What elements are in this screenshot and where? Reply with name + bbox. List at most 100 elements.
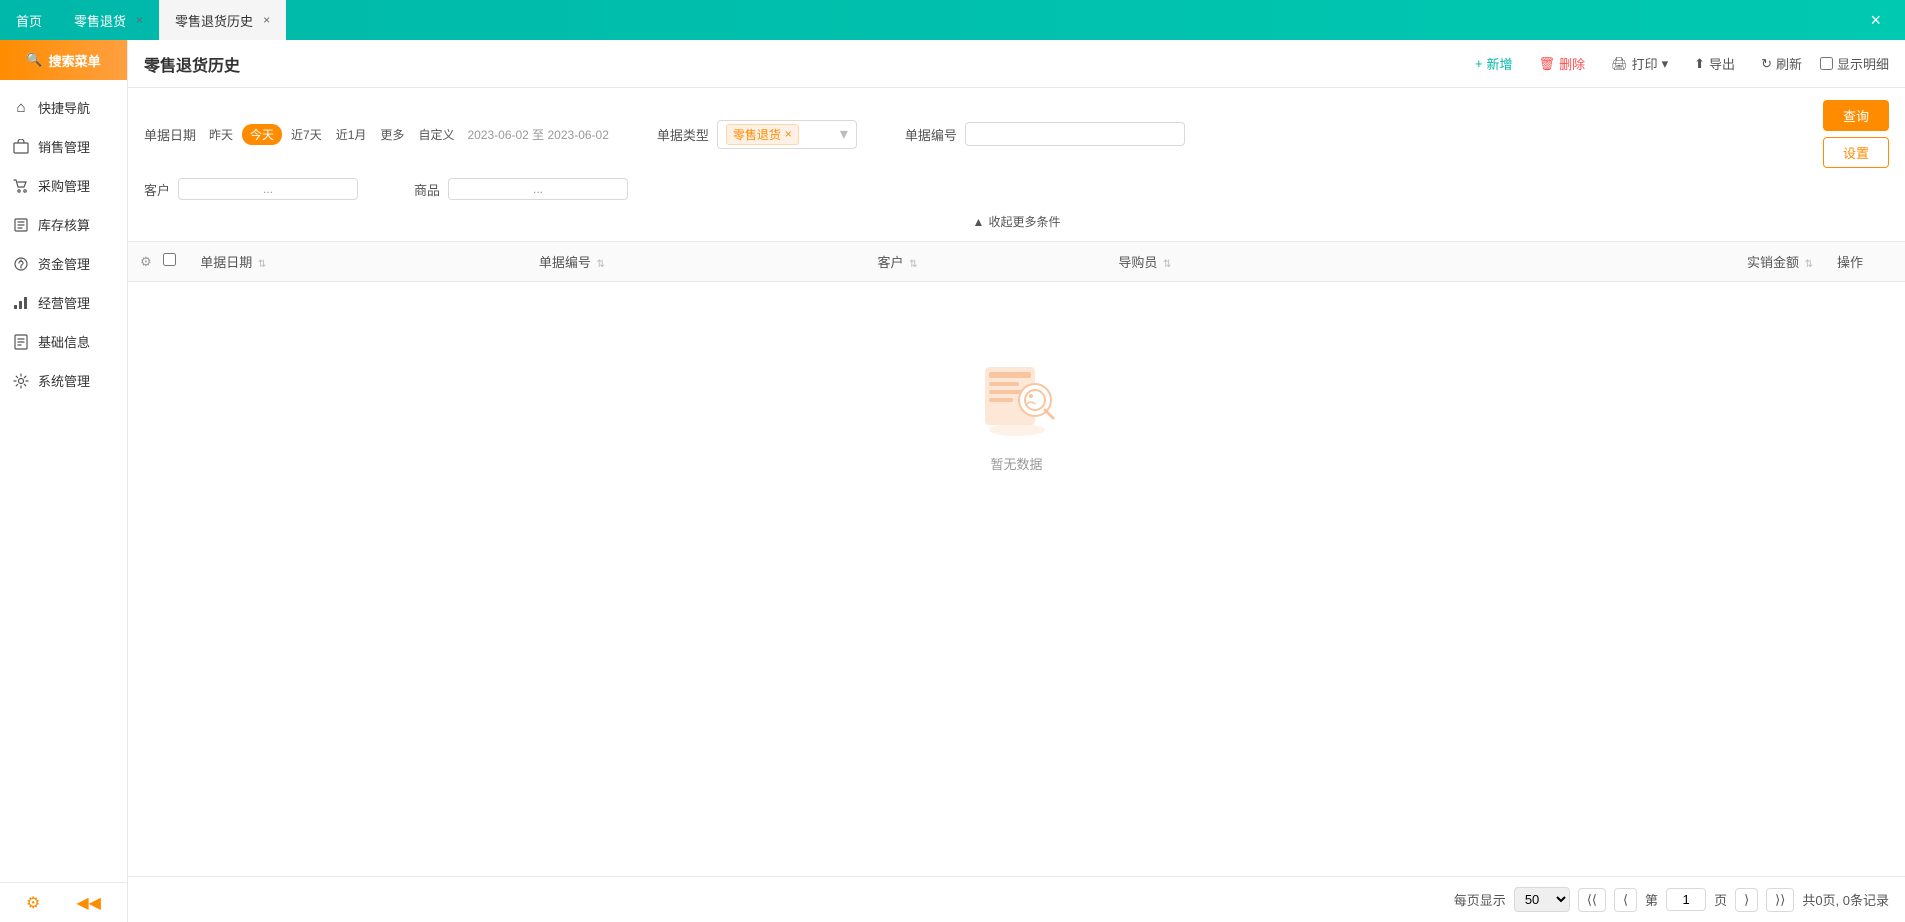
next-page-button[interactable]: ⟩ (1735, 888, 1758, 912)
delete-button[interactable]: 🗑 删除 (1531, 50, 1594, 77)
sidebar-item-inventory-label: 库存核算 (38, 215, 90, 234)
query-button[interactable]: 查询 (1823, 100, 1889, 131)
close-app-button[interactable]: × (1862, 10, 1889, 31)
th-customer-label: 客户 (878, 255, 904, 270)
refresh-label: 刷新 (1776, 54, 1802, 73)
date-filter-label: 单据日期 (144, 125, 196, 144)
per-page-label: 每页显示 (1454, 890, 1506, 909)
type-select[interactable]: 零售退货 × ▾ (717, 120, 857, 149)
customer-filter: 客户 ... (144, 178, 358, 200)
sidebar-item-inventory[interactable]: 库存核算 (0, 205, 127, 244)
export-label: 导出 (1709, 54, 1735, 73)
content-area: 零售退货历史 + 新增 🗑 删除 🖨 打印 ▾ ⬆ 导出 (128, 40, 1905, 922)
th-guide: 导购员 ⇅ (1106, 242, 1396, 282)
settings-button[interactable]: 设置 (1823, 137, 1889, 168)
sidebar-search[interactable]: 🔍 搜索菜单 (0, 40, 127, 80)
main-layout: 🔍 搜索菜单 ⌂ 快捷导航 销售管理 采购管理 (0, 40, 1905, 922)
date-opt-custom[interactable]: 自定义 (413, 124, 459, 145)
voucher-no-input[interactable] (965, 122, 1185, 146)
prev-page-button[interactable]: ⟨ (1614, 888, 1637, 912)
th-date-sort[interactable]: ⇅ (258, 259, 266, 270)
sidebar-item-basic-info[interactable]: 基础信息 (0, 322, 127, 361)
th-guide-sort[interactable]: ⇅ (1163, 259, 1171, 270)
show-detail-checkbox[interactable] (1820, 57, 1833, 70)
th-customer: 客户 ⇅ (866, 242, 1107, 282)
tab-retail-return-close[interactable]: × (136, 13, 143, 27)
date-opt-1month[interactable]: 近1月 (331, 124, 372, 145)
volume-icon[interactable]: ◀◀ (76, 893, 101, 913)
per-page-select[interactable]: 50 10 20 100 (1514, 887, 1570, 912)
date-opt-more[interactable]: 更多 (375, 124, 409, 145)
th-amount: 实销金额 ⇅ (1486, 242, 1825, 282)
goods-input[interactable]: ... (448, 178, 628, 200)
date-opt-today[interactable]: 今天 (242, 124, 282, 145)
tab-retail-return-history-close[interactable]: × (263, 13, 270, 27)
sidebar-item-basic-info-label: 基础信息 (38, 332, 90, 351)
date-opt-yesterday[interactable]: 昨天 (204, 124, 238, 145)
sidebar-item-system[interactable]: 系统管理 (0, 361, 127, 400)
th-amount-sort[interactable]: ⇅ (1805, 259, 1813, 270)
refresh-button[interactable]: ↻ 刷新 (1753, 50, 1810, 77)
goods-label: 商品 (414, 180, 440, 199)
purchase-icon (12, 177, 30, 195)
sidebar-search-label: 搜索菜单 (49, 51, 101, 70)
th-no-label: 单据编号 (539, 255, 591, 270)
operations-icon (12, 294, 30, 312)
sidebar-item-purchase-label: 采购管理 (38, 176, 90, 195)
sidebar-item-system-label: 系统管理 (38, 371, 90, 390)
sidebar-item-operations[interactable]: 经营管理 (0, 283, 127, 322)
page-unit: 页 (1714, 890, 1727, 909)
customer-input[interactable]: ... (178, 178, 358, 200)
empty-text: 暂无数据 (990, 454, 1042, 473)
print-button[interactable]: 🖨 打印 ▾ (1603, 50, 1676, 77)
top-bar: 首页 零售退货 × 零售退货历史 × × (0, 0, 1905, 40)
voucher-no-label: 单据编号 (905, 125, 957, 144)
show-detail-checkbox-label[interactable]: 显示明细 (1820, 54, 1889, 73)
sidebar-bottom: ⚙ ◀◀ (0, 882, 127, 922)
tab-home[interactable]: 首页 (0, 0, 58, 40)
th-date-label: 单据日期 (200, 255, 252, 270)
th-customer-sort[interactable]: ⇅ (909, 259, 917, 270)
first-page-button[interactable]: ⟨⟨ (1578, 888, 1606, 912)
header-actions: + 新增 🗑 删除 🖨 打印 ▾ ⬆ 导出 ↻ 刷新 (1467, 50, 1889, 77)
export-button[interactable]: ⬆ 导出 (1686, 50, 1743, 77)
date-opt-7days[interactable]: 近7天 (286, 124, 327, 145)
sidebar-item-sales-label: 销售管理 (38, 137, 90, 156)
sidebar-item-quick-nav[interactable]: ⌂ 快捷导航 (0, 88, 127, 127)
tab-home-label: 首页 (16, 11, 42, 30)
sidebar-item-purchase-mgmt[interactable]: 采购管理 (0, 166, 127, 205)
tab-retail-return-label: 零售退货 (74, 11, 126, 30)
voucher-no-filter: 单据编号 (905, 122, 1185, 146)
settings-bottom-icon[interactable]: ⚙ (26, 893, 40, 913)
pagination: 每页显示 50 10 20 100 ⟨⟨ ⟨ 第 页 ⟩ ⟩⟩ 共0页, 0条记… (128, 876, 1905, 922)
sidebar-item-finance[interactable]: 资金管理 (0, 244, 127, 283)
collapse-button[interactable]: ▲ 收起更多条件 (963, 210, 1071, 233)
tab-retail-return-history[interactable]: 零售退货历史 × (159, 0, 286, 40)
type-tag-value: 零售退货 (733, 126, 781, 143)
search-icon: 🔍 (26, 52, 42, 68)
system-icon (12, 372, 30, 390)
delete-icon: 🗑 (1539, 56, 1556, 72)
page-label: 第 (1645, 890, 1658, 909)
filter-area: 单据日期 昨天 今天 近7天 近1月 更多 自定义 2023-06-02 至 2… (128, 88, 1905, 242)
th-date: 单据日期 ⇅ (188, 242, 527, 282)
type-filter-label: 单据类型 (657, 125, 709, 144)
th-guide-label: 导购员 (1118, 255, 1157, 270)
gear-settings-icon[interactable]: ⚙ (140, 254, 152, 269)
page-number-input[interactable] (1666, 888, 1706, 911)
select-all-checkbox[interactable] (163, 253, 176, 266)
collapse-arrow-icon: ▲ (973, 215, 985, 229)
quick-nav-icon: ⌂ (12, 99, 30, 117)
th-no-sort[interactable]: ⇅ (597, 259, 605, 270)
sidebar-item-quick-nav-label: 快捷导航 (38, 98, 90, 117)
delete-label: 删除 (1559, 54, 1585, 73)
last-page-button[interactable]: ⟩⟩ (1766, 888, 1794, 912)
top-bar-right: × (1862, 10, 1905, 31)
th-no: 单据编号 ⇅ (527, 242, 866, 282)
new-button[interactable]: + 新增 (1467, 50, 1521, 77)
basic-info-icon (12, 333, 30, 351)
type-tag-close[interactable]: × (785, 127, 792, 141)
th-amount-label: 实销金额 (1747, 255, 1799, 270)
tab-retail-return[interactable]: 零售退货 × (58, 0, 159, 40)
sidebar-item-sales-mgmt[interactable]: 销售管理 (0, 127, 127, 166)
